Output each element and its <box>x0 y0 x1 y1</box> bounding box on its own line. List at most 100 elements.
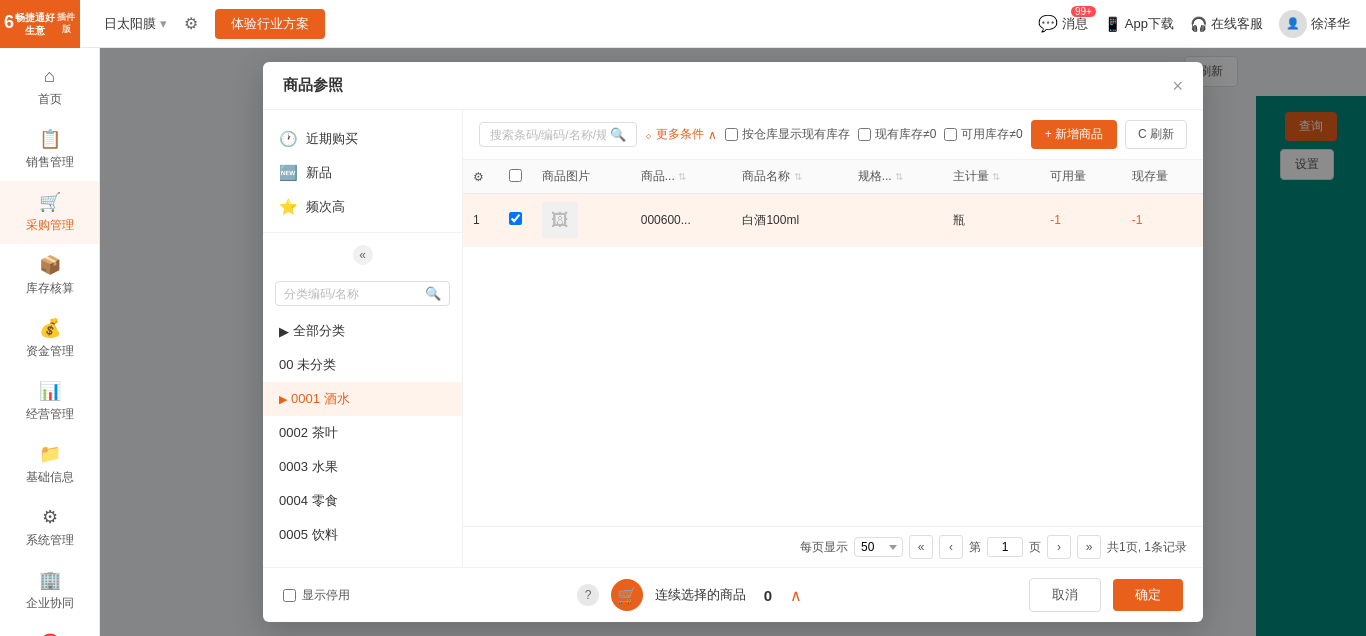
help-icon[interactable]: ? <box>577 584 599 606</box>
category-item-00[interactable]: 00 未分类 <box>263 348 462 382</box>
sidebar-item-base[interactable]: 📁 基础信息 <box>0 433 99 496</box>
sidebar-item-operations[interactable]: 📊 经营管理 <box>0 370 99 433</box>
col-code: 商品... ⇅ <box>631 160 733 194</box>
footer-center: ? 🛒 连续选择的商品 0 ∧ <box>362 579 1017 611</box>
display-disabled-checkbox[interactable] <box>283 589 296 602</box>
row-unit-cell: 瓶 <box>943 194 1041 247</box>
col-checkbox <box>499 160 532 194</box>
col-settings[interactable]: ⚙ <box>463 160 499 194</box>
checkbox-by-warehouse[interactable]: 按仓库显示现有库存 <box>725 126 850 143</box>
sort-arrows-code[interactable]: ⇅ <box>678 171 686 182</box>
next-page-btn[interactable]: › <box>1047 535 1071 559</box>
recent-buy-item[interactable]: 🕐 近期购买 <box>263 122 462 156</box>
confirm-btn[interactable]: 确定 <box>1113 579 1183 611</box>
first-page-btn[interactable]: « <box>909 535 933 559</box>
frequent-item[interactable]: ⭐ 频次高 <box>263 190 462 224</box>
collapse-panel-btn[interactable]: « <box>353 245 373 265</box>
category-item-0005[interactable]: 0005 饮料 <box>263 518 462 552</box>
main-layout: ⌂ 首页 📋 销售管理 🛒 采购管理 📦 库存核算 💰 资金管理 📊 经营管理 … <box>0 48 1366 636</box>
warehouse-checkbox[interactable] <box>725 128 738 141</box>
category-search-input[interactable] <box>284 287 421 301</box>
messages-icon[interactable]: 💬 99+ 消息 <box>1038 14 1088 33</box>
sidebar: ⌂ 首页 📋 销售管理 🛒 采购管理 📦 库存核算 💰 资金管理 📊 经营管理 … <box>0 48 100 636</box>
online-service[interactable]: 🎧 在线客服 <box>1190 15 1263 33</box>
finance-icon: 💰 <box>39 317 61 339</box>
new-items-item[interactable]: 🆕 新品 <box>263 156 462 190</box>
all-categories-arrow: ▶ <box>279 324 289 339</box>
usable-nonzero-checkbox[interactable] <box>944 128 957 141</box>
cart-icon[interactable]: 🛒 <box>611 579 643 611</box>
operations-icon: 📊 <box>39 380 61 402</box>
available-nonzero-checkbox[interactable] <box>858 128 871 141</box>
checkbox-usable-nonzero[interactable]: 可用库存≠0 <box>944 126 1022 143</box>
add-product-btn[interactable]: + 新增商品 <box>1031 120 1117 149</box>
user-profile[interactable]: 👤 徐泽华 <box>1279 10 1350 38</box>
main-content: 查询 设置 刷新 商品参照 × 🕐 <box>100 48 1366 636</box>
page-size-select[interactable]: 50 10 20 100 <box>854 537 903 557</box>
sidebar-item-home[interactable]: ⌂ 首页 <box>0 56 99 118</box>
left-panel: 🕐 近期购买 🆕 新品 ⭐ 频次高 <box>263 110 463 567</box>
sidebar-item-enterprise[interactable]: 🏢 企业协同 <box>0 559 99 622</box>
modal-title: 商品参照 <box>283 76 343 95</box>
row-stock-cell: -1 <box>1122 194 1203 247</box>
modal-close-btn[interactable]: × <box>1172 77 1183 95</box>
product-search-input[interactable] <box>490 128 606 142</box>
sidebar-item-inventory[interactable]: 📦 库存核算 <box>0 244 99 307</box>
page-number-input[interactable] <box>987 537 1023 557</box>
select-all-checkbox[interactable] <box>509 169 522 182</box>
selected-count: 0 <box>758 587 778 604</box>
refresh-btn[interactable]: C 刷新 <box>1125 120 1187 149</box>
product-reference-modal: 商品参照 × 🕐 近期购买 🆕 <box>263 62 1203 622</box>
system-icon: ⚙ <box>42 506 58 528</box>
category-item-0001[interactable]: ▶ 0001 酒水 <box>263 382 462 416</box>
modal-footer: 显示停用 ? 🛒 连续选择的商品 0 ∧ 取消 确定 <box>263 567 1203 622</box>
sidebar-item-finance[interactable]: 💰 资金管理 <box>0 307 99 370</box>
experience-btn[interactable]: 体验行业方案 <box>215 9 325 39</box>
search-icon: 🔍 <box>610 127 626 142</box>
row-image-cell: 🖼 <box>532 194 631 247</box>
filter-more-btn[interactable]: ⬦ 更多条件 ∧ <box>645 126 717 143</box>
row-checkbox[interactable] <box>509 212 522 225</box>
store-selector[interactable]: 日太阳膜 ▾ <box>96 11 175 37</box>
sidebar-item-sales[interactable]: 📋 销售管理 <box>0 118 99 181</box>
search-bar: 🔍 ⬦ 更多条件 ∧ 按仓库显示现有库存 <box>463 110 1203 160</box>
search-input-wrap: 🔍 <box>479 122 637 147</box>
category-item-0003[interactable]: 0003 水果 <box>263 450 462 484</box>
sidebar-item-purchase[interactable]: 🛒 采购管理 <box>0 181 99 244</box>
app-download[interactable]: 📱 App下载 <box>1104 15 1174 33</box>
last-page-btn[interactable]: » <box>1077 535 1101 559</box>
sidebar-item-system[interactable]: ⚙ 系统管理 <box>0 496 99 559</box>
checkbox-available-nonzero[interactable]: 现有库存≠0 <box>858 126 936 143</box>
row-checkbox-cell <box>499 194 532 247</box>
top-nav-content: 日太阳膜 ▾ ⚙ 体验行业方案 <box>80 8 1038 40</box>
category-item-0004[interactable]: 0004 零食 <box>263 484 462 518</box>
col-stock: 现存量 <box>1122 160 1203 194</box>
modal-overlay: 商品参照 × 🕐 近期购买 🆕 <box>100 48 1366 636</box>
category-search-wrap: 🔍 <box>275 281 450 306</box>
table-row[interactable]: 1 🖼 000600... 白酒100ml 瓶 <box>463 194 1203 247</box>
category-item-0008[interactable]: 0008 水 <box>263 552 462 559</box>
continuous-select-label: 连续选择的商品 <box>655 586 746 604</box>
app-logo: 6 畅捷通好生意 插件版 <box>0 0 80 48</box>
gear-icon[interactable]: ⚙ <box>175 8 207 40</box>
store-selector-chevron: ▾ <box>160 16 167 31</box>
table-body: 1 🖼 000600... 白酒100ml 瓶 <box>463 194 1203 247</box>
toolbar-right: + 新增商品 C 刷新 <box>1031 120 1187 149</box>
category-search-icon: 🔍 <box>425 286 441 301</box>
footer-collapse-arrow[interactable]: ∧ <box>790 586 802 605</box>
category-item-0002[interactable]: 0002 茶叶 <box>263 416 462 450</box>
sort-arrows-spec[interactable]: ⇅ <box>895 171 903 182</box>
prev-page-btn[interactable]: ‹ <box>939 535 963 559</box>
filter-arrow-icon: ∧ <box>708 128 717 142</box>
cancel-btn[interactable]: 取消 <box>1029 578 1101 612</box>
nav-right: 💬 99+ 消息 📱 App下载 🎧 在线客服 👤 徐泽华 <box>1038 10 1350 38</box>
sidebar-item-guide[interactable]: 🎯 新手引导 <box>0 622 99 636</box>
category-all[interactable]: ▶ 全部分类 <box>263 314 462 348</box>
display-disabled-label[interactable]: 显示停用 <box>283 587 350 604</box>
product-table: ⚙ 商品图片 商品... ⇅ 商品名称 <box>463 160 1203 247</box>
sort-arrows-name[interactable]: ⇅ <box>794 171 802 182</box>
sort-arrows-unit[interactable]: ⇅ <box>992 171 1000 182</box>
row-name-cell: 白酒100ml <box>732 194 847 247</box>
product-table-wrap: ⚙ 商品图片 商品... ⇅ 商品名称 <box>463 160 1203 526</box>
row-index: 1 <box>463 194 499 247</box>
